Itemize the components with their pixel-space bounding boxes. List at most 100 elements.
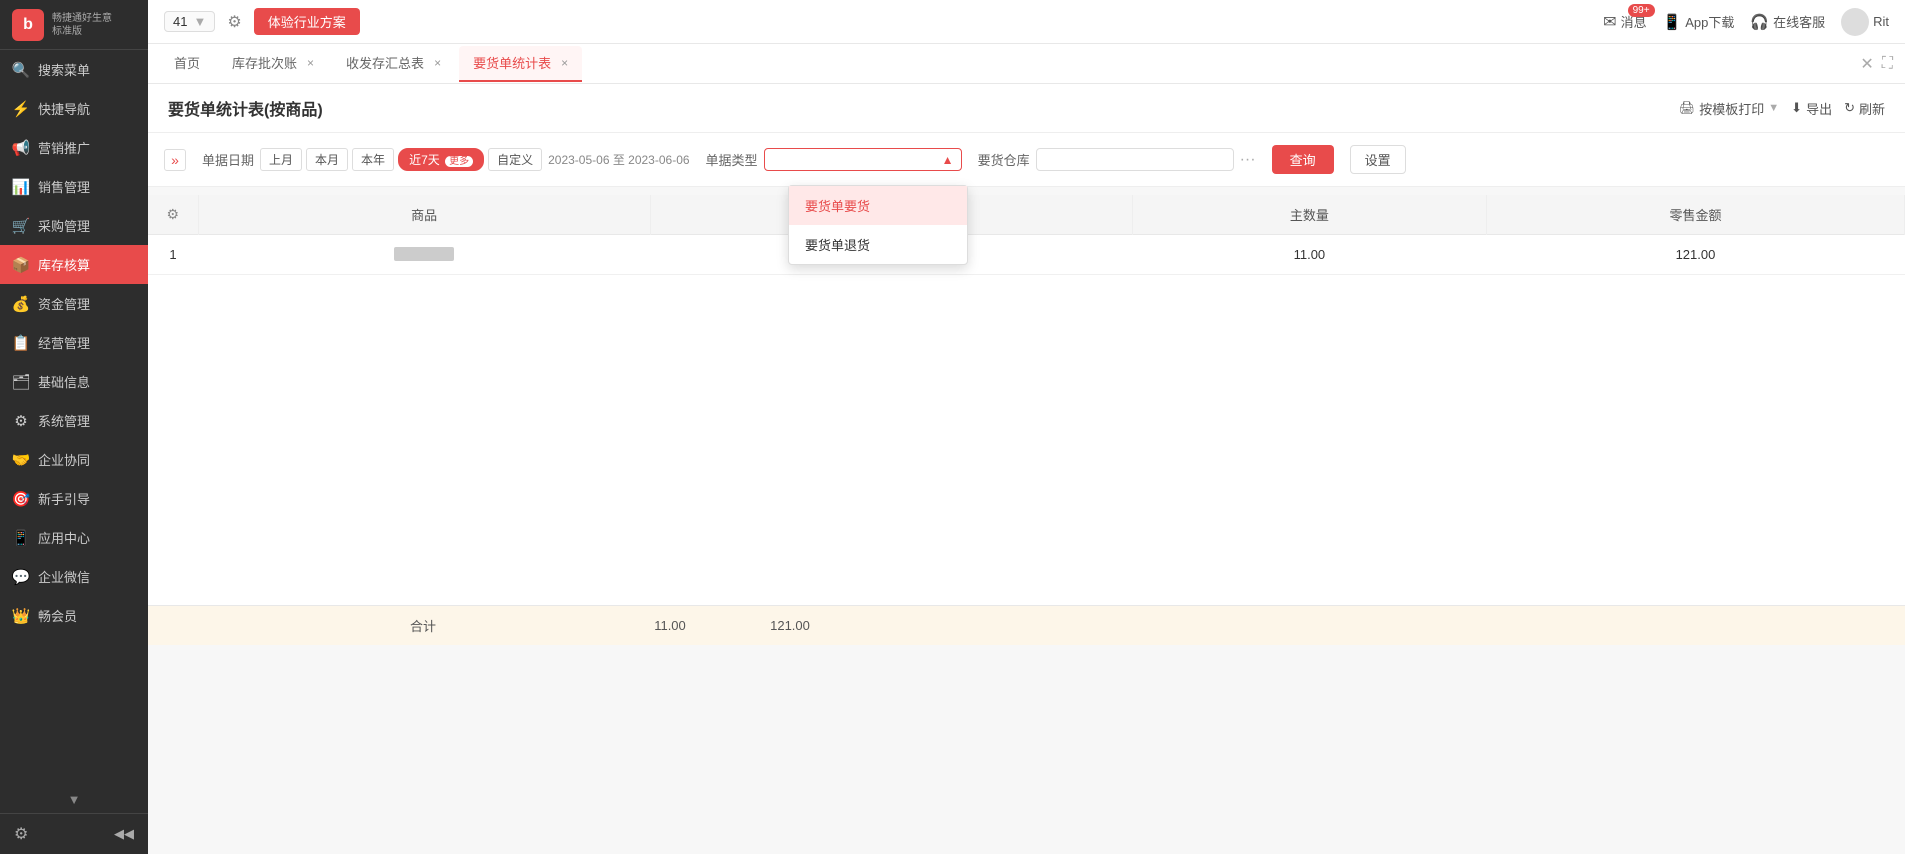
logo-icon: b [12,9,44,41]
app-name-text: 畅捷通好生意 标准版 [52,12,112,38]
header-dropdown-icon[interactable]: ▼ [193,14,206,29]
query-button[interactable]: 查询 [1272,145,1334,174]
notification-item[interactable]: ✉ 消息 99+ [1603,12,1646,32]
page-header: 要货单统计表(按商品) 🖨 按模板打印 ▼ ⬇ 导出 ↻ 刷新 [148,84,1905,133]
col-settings: ⚙ [148,195,198,235]
tab-summary[interactable]: 收发存汇总表 × [332,46,455,82]
wechat-icon: 💬 [12,568,30,586]
header-left: 41 ▼ ⚙ 体验行业方案 [164,8,360,35]
this-year-btn[interactable]: 本年 [352,148,394,171]
service-icon: 🎧 [1750,13,1769,31]
sidebar-item-marketing[interactable]: 📢 营销推广 [0,128,148,167]
page-title: 要货单统计表(按商品) [168,96,323,120]
refresh-icon: ↻ [1844,100,1855,116]
sidebar-nav: 🔍 搜索菜单 ⚡ 快捷导航 📢 营销推广 📊 销售管理 🛒 采购管理 📦 库存核… [0,50,148,786]
tab-home[interactable]: 首页 [160,46,214,82]
dropdown-item-return[interactable]: 要货单退货 [789,225,967,264]
table-row: 1 块 11.00 121.00 [148,235,1905,275]
export-icon: ⬇ [1791,100,1802,116]
more-badge: 更多 [445,156,473,167]
sidebar-item-sales[interactable]: 📊 销售管理 [0,167,148,206]
product-name-blurred [394,247,454,261]
refresh-button[interactable]: ↻ 刷新 [1844,99,1885,118]
sidebar-item-enterprise[interactable]: 🤝 企业协同 [0,440,148,479]
col-amount-header: 零售金额 [1486,195,1904,235]
warehouse-filter-input[interactable] [1036,148,1234,171]
tab-expand-icon[interactable]: ⛶ [1882,55,1893,73]
tab-bar: 首页 库存批次账 × 收发存汇总表 × 要货单统计表 × ✕ ⛶ [148,44,1905,84]
sidebar-item-purchase[interactable]: 🛒 采购管理 [0,206,148,245]
user-avatar [1841,8,1869,36]
main-content: 41 ▼ ⚙ 体验行业方案 ✉ 消息 99+ 📱 App下载 🎧 在线客服 R [148,0,1905,854]
dropdown-item-order[interactable]: 要货单要货 [789,186,967,225]
sidebar-item-member[interactable]: 👑 畅会员 [0,596,148,635]
quicknav-icon: ⚡ [12,100,30,118]
industry-trial-button[interactable]: 体验行业方案 [254,8,360,35]
expand-button[interactable]: » [164,149,186,171]
online-service-label: 在线客服 [1773,12,1825,31]
footer-total-quantity: 11.00 [610,618,730,633]
date-filter-group: 单据日期 上月 本月 本年 近7天 更多 自定义 2023-05-06 至 20… [202,148,690,171]
sidebar-scroll-down[interactable]: ▼ [0,786,148,813]
sidebar-item-appstore[interactable]: 📱 应用中心 [0,518,148,557]
type-filter-group: 单据类型 ▲ [706,148,962,171]
warehouse-filter-group: 要货仓库 ··· [978,148,1256,171]
sidebar-item-operations[interactable]: 📋 经营管理 [0,323,148,362]
system-icon: ⚙ [12,412,30,430]
sidebar-item-basic[interactable]: 🗂 基础信息 [0,362,148,401]
tab-batch-close[interactable]: × [307,56,314,70]
last-month-btn[interactable]: 上月 [260,148,302,171]
message-icon: ✉ [1603,12,1616,32]
tab-order-stats[interactable]: 要货单统计表 × [459,46,582,82]
warehouse-more-icon[interactable]: ··· [1240,151,1256,169]
type-dropdown-menu: 要货单要货 要货单退货 [788,185,968,265]
footer-total-label: 合计 [410,616,490,635]
tab-batch[interactable]: 库存批次账 × [218,46,328,82]
column-settings-icon[interactable]: ⚙ [166,206,179,222]
sidebar-item-search[interactable]: 🔍 搜索菜单 [0,50,148,89]
print-dropdown-icon: ▼ [1768,102,1779,114]
print-icon: 🖨 [1679,100,1696,116]
app-download-icon: 📱 [1663,13,1682,31]
sidebar-settings-icon[interactable]: ⚙ [14,824,28,844]
export-button[interactable]: ⬇ 导出 [1791,99,1832,118]
row-product [198,235,650,275]
page-header-actions: 🖨 按模板打印 ▼ ⬇ 导出 ↻ 刷新 [1679,99,1885,118]
header-input-value: 41 [173,14,187,29]
print-button[interactable]: 🖨 按模板打印 ▼ [1679,99,1779,118]
sidebar-collapse-btn[interactable]: ◀◀ [114,826,134,842]
col-quantity-header: 主数量 [1132,195,1486,235]
sidebar-item-guide[interactable]: 🎯 新手引导 [0,479,148,518]
tab-close-all-icon[interactable]: ✕ [1860,54,1873,74]
table-empty-space [148,275,1905,605]
sidebar-item-wechat[interactable]: 💬 企业微信 [0,557,148,596]
header-input-area: 41 ▼ [164,11,215,32]
tab-order-stats-close[interactable]: × [561,56,568,70]
header-right: ✉ 消息 99+ 📱 App下载 🎧 在线客服 Rit [1603,8,1889,36]
sidebar-item-quicknav[interactable]: ⚡ 快捷导航 [0,89,148,128]
type-input-wrapper: ▲ [764,148,962,171]
warehouse-filter-label: 要货仓库 [978,150,1030,169]
sidebar-item-system[interactable]: ⚙ 系统管理 [0,401,148,440]
enterprise-icon: 🤝 [12,451,30,469]
user-profile-item[interactable]: Rit [1841,8,1889,36]
type-filter-input[interactable] [764,148,962,171]
sidebar-item-finance[interactable]: 💰 资金管理 [0,284,148,323]
app-download-label: App下载 [1685,12,1734,31]
member-icon: 👑 [12,607,30,625]
page-content: 要货单统计表(按商品) 🖨 按模板打印 ▼ ⬇ 导出 ↻ 刷新 » [148,84,1905,854]
settings-button[interactable]: 设置 [1350,145,1406,174]
last7days-btn[interactable]: 近7天 更多 [398,148,484,171]
data-table: ⚙ 商品 主计量单位 主数量 零售金额 1 [148,195,1905,275]
online-service-item[interactable]: 🎧 在线客服 [1750,12,1825,31]
this-month-btn[interactable]: 本月 [306,148,348,171]
app-download-item[interactable]: 📱 App下载 [1663,12,1735,31]
header-settings-icon[interactable]: ⚙ [227,12,241,32]
custom-date-btn[interactable]: 自定义 [488,148,542,171]
inventory-icon: 📦 [12,256,30,274]
type-chevron-up-icon[interactable]: ▲ [942,153,954,167]
sidebar-item-inventory[interactable]: 📦 库存核算 [0,245,148,284]
sidebar-bottom: ⚙ ◀◀ [0,813,148,854]
marketing-icon: 📢 [12,139,30,157]
tab-summary-close[interactable]: × [434,56,441,70]
